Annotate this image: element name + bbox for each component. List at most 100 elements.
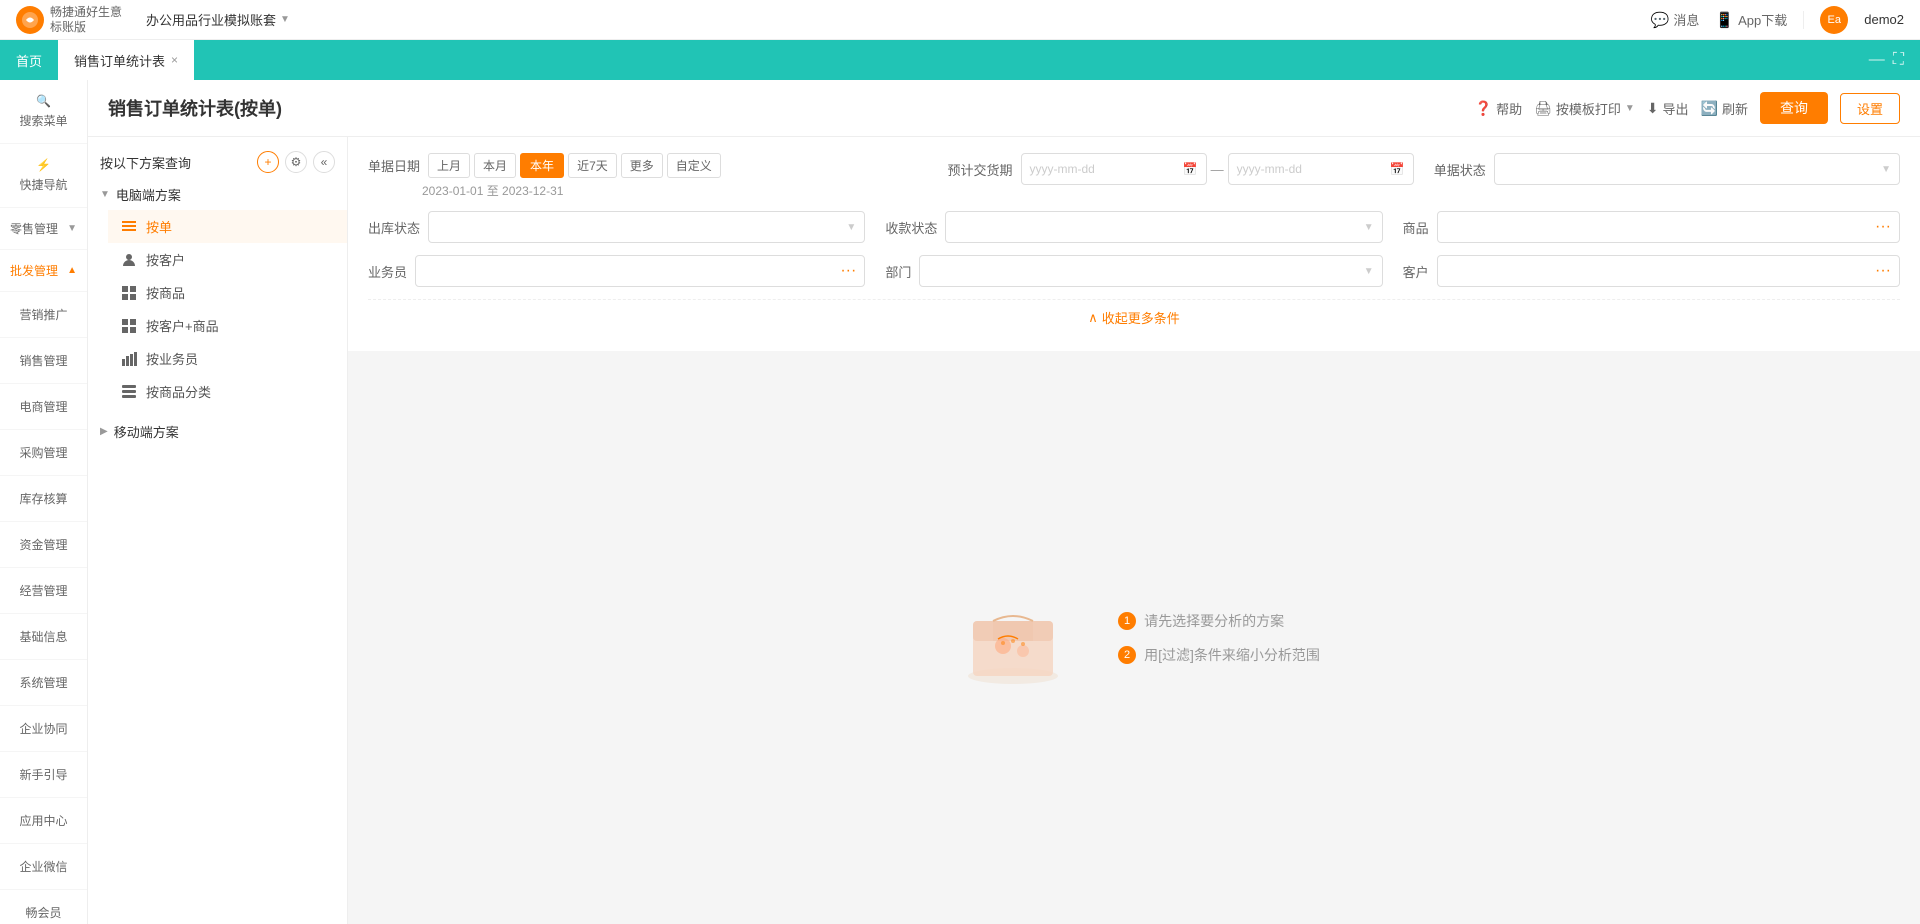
scheme-add-btn[interactable]: + — [257, 151, 279, 173]
template-print-btn[interactable]: 🖨 按模板打印 ▼ — [1534, 99, 1635, 118]
search-icon: 🔍 — [36, 94, 51, 108]
sidebar-item-apps[interactable]: 应用中心 — [0, 798, 87, 844]
scheme-item-by-salesman[interactable]: 按业务员 — [108, 342, 347, 375]
app-selector[interactable]: 办公用品行业模拟账套 ▼ — [146, 10, 290, 29]
tab-home[interactable]: 首页 — [0, 40, 58, 80]
empty-tip-2: 2 用[过滤]条件来缩小分析范围 — [1118, 645, 1320, 665]
sidebar-item-enterprise[interactable]: 企业协同 — [0, 706, 87, 752]
expected-date-end[interactable]: yyyy-mm-dd 📅 — [1228, 153, 1414, 185]
more-date-btn[interactable]: 更多 — [621, 153, 663, 178]
custom-date-btn[interactable]: 自定义 — [667, 153, 721, 178]
export-btn[interactable]: ⬇ 导出 — [1647, 99, 1689, 118]
template-expand-icon: ▼ — [1625, 103, 1635, 114]
sidebar-item-system[interactable]: 系统管理 — [0, 660, 87, 706]
scheme-item-by-order[interactable]: 按单 — [108, 210, 347, 243]
payment-status-label: 收款状态 — [885, 218, 937, 237]
top-bar-right: 💬 消息 📱 App下载 Ea demo2 — [1651, 6, 1904, 34]
retail-expand-icon: ▼ — [67, 223, 77, 234]
this-year-btn[interactable]: 本年 — [520, 153, 564, 178]
message-icon: 💬 — [1651, 11, 1670, 29]
app-download-btn[interactable]: 📱 App下载 — [1715, 10, 1787, 29]
message-label: 消息 — [1673, 10, 1699, 29]
message-btn[interactable]: 💬 消息 — [1651, 10, 1700, 29]
scheme-icon-by-category — [120, 383, 138, 401]
collapse-up-icon: ∧ — [1088, 310, 1098, 326]
scheme-item-by-category[interactable]: 按商品分类 — [108, 375, 347, 408]
sales-label: 销售管理 — [19, 352, 67, 369]
content-area: 销售订单统计表(按单) ❓ 帮助 🖨 按模板打印 ▼ ⬇ 导出 🔄 刷新 — [88, 80, 1920, 924]
sidebar-item-marketing[interactable]: 营销推广 — [0, 292, 87, 338]
last-month-btn[interactable]: 上月 — [428, 153, 470, 178]
last7days-btn[interactable]: 近7天 — [568, 153, 617, 178]
system-label: 系统管理 — [19, 674, 67, 691]
sidebar-item-ecom[interactable]: 电商管理 — [0, 384, 87, 430]
department-arrow: ▼ — [1364, 266, 1374, 277]
empty-tip-1: 1 请先选择要分析的方案 — [1118, 611, 1320, 631]
tab-minimize-icon[interactable]: — — [1869, 51, 1885, 69]
scheme-icon-by-salesman — [120, 350, 138, 368]
scheme-label-by-cust-prod: 按客户+商品 — [146, 316, 219, 335]
left-sidebar: 🔍 搜索菜单 ⚡ 快捷导航 零售管理 ▼ 批发管理 ▲ 营销推广 销售管理 电商… — [0, 80, 88, 924]
sidebar-item-newbie[interactable]: 新手引导 — [0, 752, 87, 798]
sidebar-item-wechat[interactable]: 企业微信 — [0, 844, 87, 890]
inventory-label: 库存核算 — [19, 490, 67, 507]
expected-date-start[interactable]: yyyy-mm-dd 📅 — [1021, 153, 1207, 185]
sidebar-item-sales[interactable]: 销售管理 — [0, 338, 87, 384]
this-month-btn[interactable]: 本月 — [474, 153, 516, 178]
tab-sales-label: 销售订单统计表 — [74, 51, 165, 70]
tab-sales-order[interactable]: 销售订单统计表 × — [58, 40, 194, 80]
scheme-item-by-product[interactable]: 按商品 — [108, 276, 347, 309]
customer-select[interactable]: ··· — [1437, 255, 1900, 287]
tab-home-label: 首页 — [16, 51, 42, 70]
tab-close-icon[interactable]: × — [171, 53, 178, 67]
sidebar-item-inventory[interactable]: 库存核算 — [0, 476, 87, 522]
scheme-collapse-btn[interactable]: « — [313, 151, 335, 173]
department-select[interactable]: ▼ — [919, 255, 1382, 287]
order-status-select[interactable]: ▼ — [1494, 153, 1900, 185]
date-range-text: 2023-01-01 至 2023-12-31 — [368, 182, 928, 199]
settings-button[interactable]: 设置 — [1840, 93, 1900, 124]
salesman-select[interactable]: ··· — [415, 255, 865, 287]
goods-select[interactable]: ··· — [1437, 211, 1900, 243]
scheme-label-by-customer: 按客户 — [146, 250, 185, 269]
sidebar-item-member[interactable]: 畅会员 — [0, 890, 87, 924]
scheme-icon-by-cust-prod — [120, 317, 138, 335]
marketing-label: 营销推广 — [19, 306, 67, 323]
customer-label: 客户 — [1403, 262, 1429, 281]
collapse-more-btn[interactable]: ∧ 收起更多条件 — [368, 299, 1900, 335]
scheme-item-by-cust-prod[interactable]: 按客户+商品 — [108, 309, 347, 342]
sidebar-item-basic[interactable]: 基础信息 — [0, 614, 87, 660]
scheme-icon-by-product — [120, 284, 138, 302]
payment-status-select[interactable]: ▼ — [945, 211, 1382, 243]
scheme-edit-btn[interactable]: ⚙ — [285, 151, 307, 173]
help-btn[interactable]: ❓ 帮助 — [1475, 99, 1522, 118]
scheme-label-by-salesman: 按业务员 — [146, 349, 198, 368]
tab-bar: 首页 销售订单统计表 × — ⛶ — [0, 40, 1920, 80]
user-avatar[interactable]: Ea — [1820, 6, 1848, 34]
finance-label: 资金管理 — [19, 536, 67, 553]
logo-text: 畅捷通好生意 标账版 — [50, 5, 122, 34]
query-button[interactable]: 查询 — [1760, 92, 1828, 124]
refresh-btn[interactable]: 🔄 刷新 — [1701, 99, 1748, 118]
scheme-category-mobile[interactable]: ▶ 移动端方案 — [88, 416, 347, 447]
delivery-status-select[interactable]: ▼ — [428, 211, 865, 243]
basic-label: 基础信息 — [19, 628, 67, 645]
sidebar-item-quick[interactable]: ⚡ 快捷导航 — [0, 144, 87, 208]
scheme-icon-by-customer — [120, 251, 138, 269]
page-title: 销售订单统计表(按单) — [108, 95, 282, 121]
sidebar-item-retail[interactable]: 零售管理 ▼ — [0, 208, 87, 250]
scheme-category-desktop[interactable]: ▼ 电脑端方案 — [88, 179, 347, 210]
sidebar-item-finance[interactable]: 资金管理 — [0, 522, 87, 568]
content-main: 单据日期 上月 本月 本年 近7天 更多 自定义 2023 — [348, 137, 1920, 924]
mobile-category-label: 移动端方案 — [114, 422, 179, 441]
quick-icon: ⚡ — [36, 158, 51, 172]
salesman-label: 业务员 — [368, 262, 407, 281]
search-label: 搜索菜单 — [19, 112, 67, 129]
sidebar-item-operations[interactable]: 经营管理 — [0, 568, 87, 614]
sidebar-item-purchase[interactable]: 采购管理 — [0, 430, 87, 476]
sidebar-item-wholesale[interactable]: 批发管理 ▲ — [0, 250, 87, 292]
tab-maximize-icon[interactable]: ⛶ — [1893, 51, 1904, 69]
mobile-icon: 📱 — [1715, 11, 1734, 29]
sidebar-item-search[interactable]: 🔍 搜索菜单 — [0, 80, 87, 144]
scheme-item-by-customer[interactable]: 按客户 — [108, 243, 347, 276]
